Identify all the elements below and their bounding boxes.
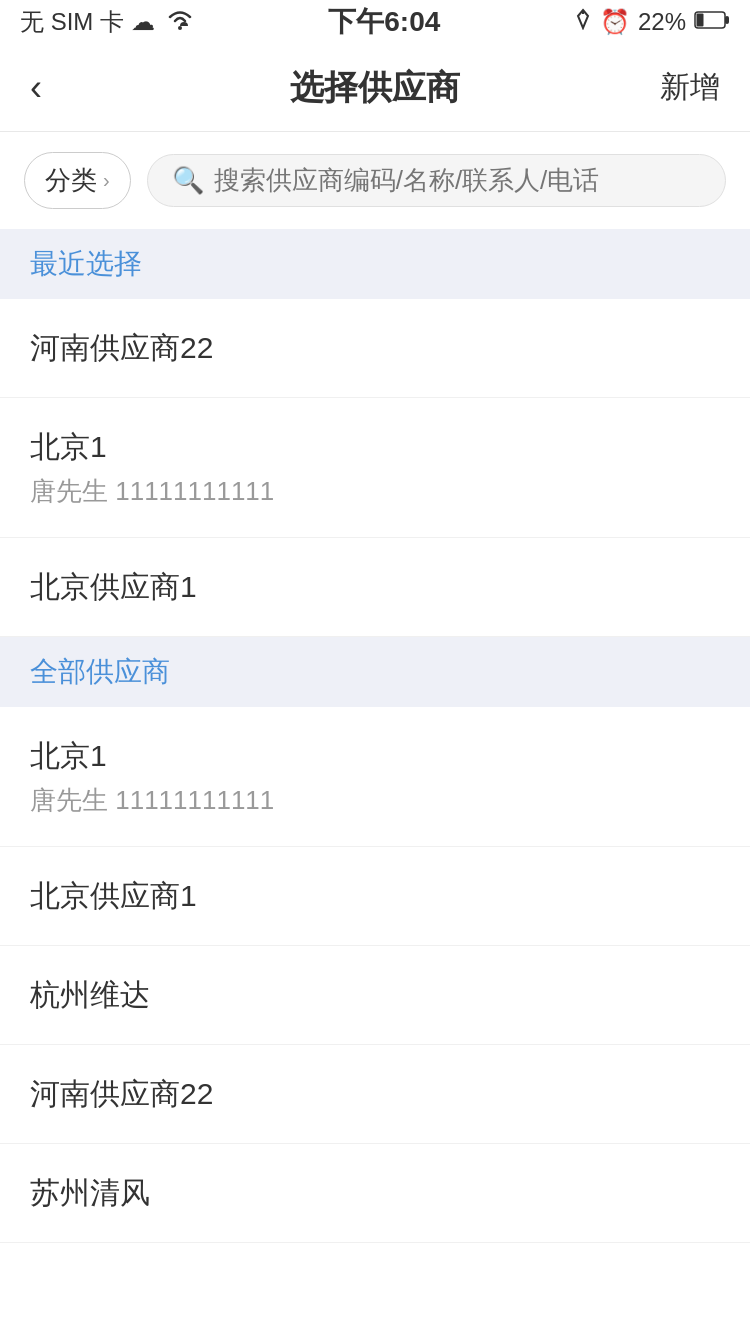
sim-status: 无 SIM 卡 ☁: [20, 6, 155, 38]
battery-percentage: 22%: [638, 8, 686, 36]
search-input[interactable]: [214, 165, 701, 196]
item-name: 河南供应商22: [30, 327, 720, 369]
all-items-list: 北京1 唐先生 11111111111 北京供应商1 杭州维达河南供应商22 苏州清风: [0, 707, 750, 1243]
status-bar: 无 SIM 卡 ☁ 下午6:04 ⏰ 22%: [0, 0, 750, 44]
svg-rect-3: [696, 14, 703, 27]
alarm-icon: ⏰: [600, 8, 630, 36]
filter-bar: 分类 › 🔍: [0, 132, 750, 229]
list-item[interactable]: 河南供应商22: [0, 299, 750, 398]
item-name: 北京供应商1: [30, 566, 720, 608]
item-name: 北京供应商1: [30, 875, 720, 917]
recent-section-label: 最近选择: [30, 248, 142, 279]
status-left: 无 SIM 卡 ☁: [20, 6, 195, 38]
list-item[interactable]: 北京1 唐先生 11111111111: [0, 707, 750, 847]
page-title: 选择供应商: [290, 65, 460, 111]
list-item[interactable]: 北京1 唐先生 11111111111: [0, 398, 750, 538]
chevron-right-icon: ›: [103, 169, 110, 192]
item-name: 杭州维达: [30, 974, 720, 1016]
recent-items-list: 河南供应商22 北京1 唐先生 11111111111 北京供应商1: [0, 299, 750, 637]
battery-icon: [694, 8, 730, 36]
recent-section-header: 最近选择: [0, 229, 750, 299]
item-sub: 唐先生 11111111111: [30, 474, 720, 509]
search-icon: 🔍: [172, 165, 204, 196]
status-time: 下午6:04: [328, 3, 440, 41]
item-name: 苏州清风: [30, 1172, 720, 1214]
item-name: 北京1: [30, 426, 720, 468]
nav-bar: ‹ 选择供应商 新增: [0, 44, 750, 132]
location-icon: [574, 8, 592, 36]
item-sub: 唐先生 11111111111: [30, 783, 720, 818]
back-button[interactable]: ‹: [30, 67, 90, 109]
svg-point-0: [178, 26, 182, 30]
category-label: 分类: [45, 163, 97, 198]
item-name: 河南供应商22: [30, 1073, 720, 1115]
add-button[interactable]: 新增: [660, 67, 720, 108]
all-section-header: 全部供应商: [0, 637, 750, 707]
svg-rect-4: [725, 16, 729, 24]
list-item[interactable]: 杭州维达: [0, 946, 750, 1045]
list-item[interactable]: 河南供应商22: [0, 1045, 750, 1144]
status-right: ⏰ 22%: [574, 8, 730, 36]
list-item[interactable]: 北京供应商1: [0, 847, 750, 946]
list-item[interactable]: 苏州清风: [0, 1144, 750, 1243]
all-section-label: 全部供应商: [30, 656, 170, 687]
list-item[interactable]: 北京供应商1: [0, 538, 750, 637]
search-box[interactable]: 🔍: [147, 154, 726, 207]
wifi-icon: [165, 8, 195, 36]
item-name: 北京1: [30, 735, 720, 777]
category-filter-button[interactable]: 分类 ›: [24, 152, 131, 209]
